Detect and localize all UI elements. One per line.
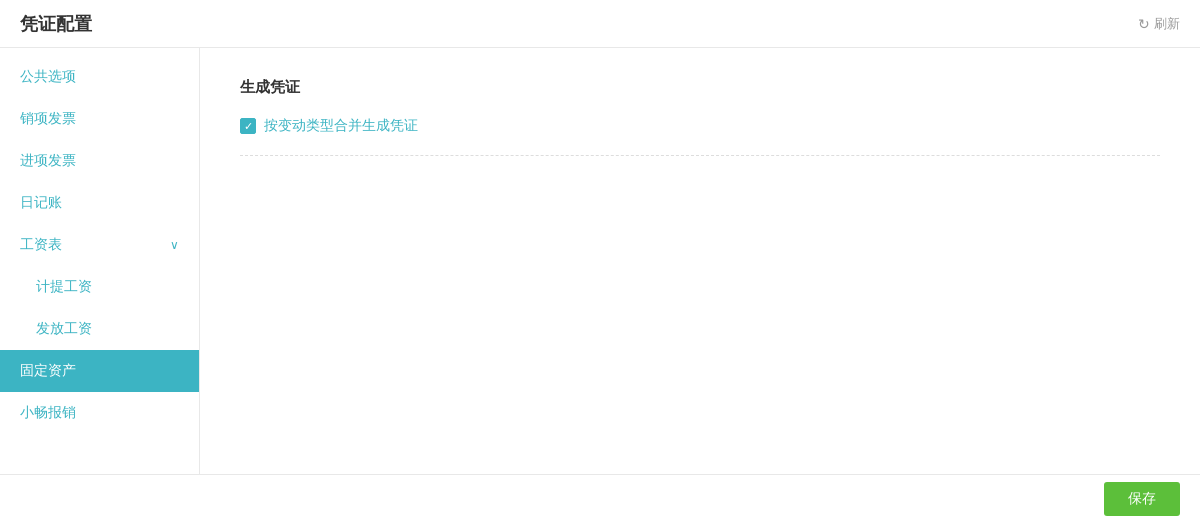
sidebar-item-public[interactable]: 公共选项 xyxy=(0,56,199,98)
sidebar-item-pay-salary[interactable]: 发放工资 xyxy=(0,308,199,350)
main-content: 生成凭证 ✓ 按变动类型合并生成凭证 xyxy=(200,48,1200,474)
checkbox-row: ✓ 按变动类型合并生成凭证 xyxy=(240,117,1160,135)
sidebar-item-purchase-invoice[interactable]: 进项发票 xyxy=(0,140,199,182)
refresh-button[interactable]: ↻ 刷新 xyxy=(1138,15,1180,33)
sidebar-item-calc-salary[interactable]: 计提工资 xyxy=(0,266,199,308)
chevron-down-icon: ∨ xyxy=(170,238,179,252)
page-title: 凭证配置 xyxy=(20,12,92,36)
save-button[interactable]: 保存 xyxy=(1104,482,1180,516)
sidebar-item-label: 工资表 xyxy=(20,236,62,254)
sidebar-item-label: 小畅报销 xyxy=(20,404,76,422)
merge-checkbox[interactable]: ✓ xyxy=(240,118,256,134)
main-layout: 公共选项销项发票进项发票日记账工资表 ∨ 计提工资发放工资固定资产小畅报销 生成凭证… xyxy=(0,48,1200,474)
sidebar-item-label: 发放工资 xyxy=(36,320,92,338)
sidebar-item-sales-invoice[interactable]: 销项发票 xyxy=(0,98,199,140)
refresh-label: 刷新 xyxy=(1154,15,1180,33)
sidebar-item-label: 公共选项 xyxy=(20,68,76,86)
section-title: 生成凭证 xyxy=(240,78,1160,97)
sidebar-item-expense[interactable]: 小畅报销 xyxy=(0,392,199,434)
sidebar-item-label: 进项发票 xyxy=(20,152,76,170)
section-divider xyxy=(240,155,1160,156)
sidebar-item-payroll[interactable]: 工资表 ∨ xyxy=(0,224,199,266)
merge-checkbox-label: 按变动类型合并生成凭证 xyxy=(264,117,418,135)
sidebar: 公共选项销项发票进项发票日记账工资表 ∨ 计提工资发放工资固定资产小畅报销 xyxy=(0,48,200,474)
sidebar-item-fixed-assets[interactable]: 固定资产 xyxy=(0,350,199,392)
merge-checkbox-wrapper[interactable]: ✓ 按变动类型合并生成凭证 xyxy=(240,117,418,135)
header: 凭证配置 ↻ 刷新 xyxy=(0,0,1200,48)
sidebar-item-label: 日记账 xyxy=(20,194,62,212)
sidebar-item-journal[interactable]: 日记账 xyxy=(0,182,199,224)
sidebar-item-label: 计提工资 xyxy=(36,278,92,296)
footer: 保存 xyxy=(0,474,1200,522)
refresh-icon: ↻ xyxy=(1138,16,1150,32)
sidebar-item-label: 销项发票 xyxy=(20,110,76,128)
sidebar-item-label: 固定资产 xyxy=(20,362,76,380)
check-mark-icon: ✓ xyxy=(244,121,253,132)
